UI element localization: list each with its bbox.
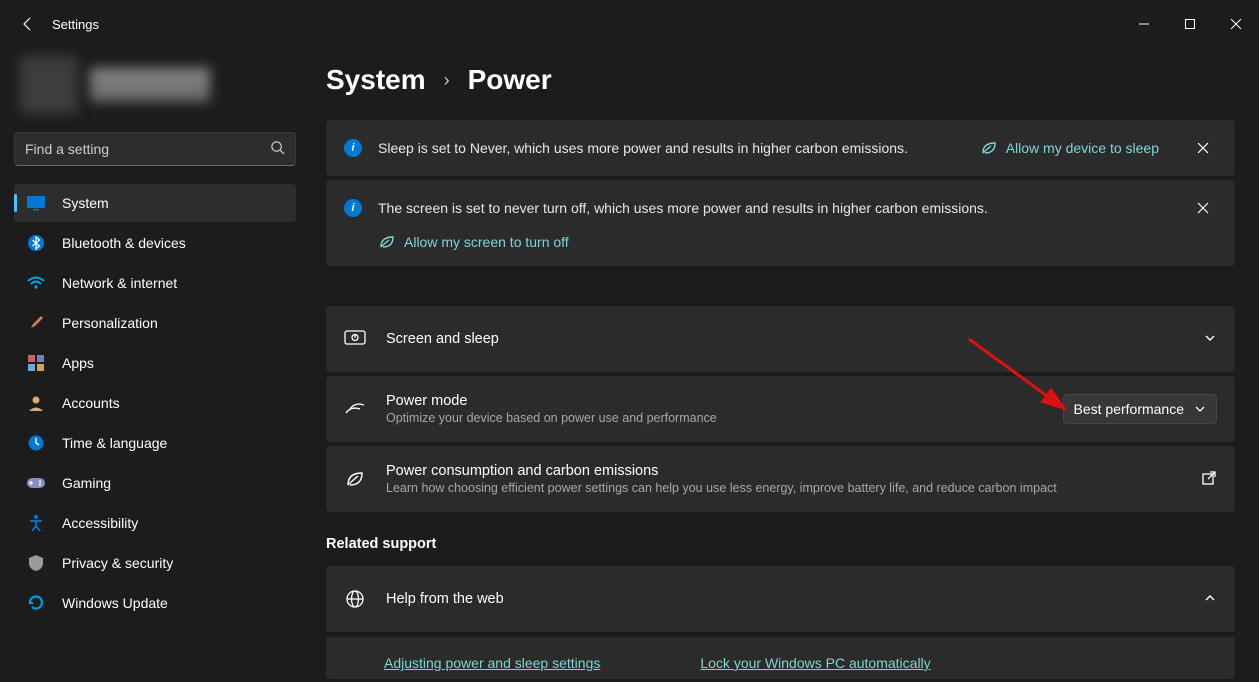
sidebar-item-system[interactable]: System	[14, 184, 296, 222]
avatar	[20, 56, 78, 114]
chevron-down-icon	[1194, 403, 1206, 415]
paintbrush-icon	[26, 313, 46, 333]
nav-list: System Bluetooth & devices Network & int…	[14, 184, 296, 622]
sidebar-item-gaming[interactable]: Gaming	[14, 464, 296, 502]
sidebar-item-update[interactable]: Windows Update	[14, 584, 296, 622]
clock-globe-icon	[26, 433, 46, 453]
maximize-button[interactable]	[1167, 8, 1213, 40]
back-button[interactable]	[16, 12, 40, 36]
profile-block[interactable]	[14, 52, 296, 132]
sidebar-item-label: Time & language	[62, 435, 167, 451]
globe-icon	[344, 588, 366, 610]
sidebar-item-time[interactable]: Time & language	[14, 424, 296, 462]
sidebar-item-label: Personalization	[62, 315, 158, 331]
link-label: Allow my device to sleep	[1006, 140, 1159, 156]
dropdown-value: Best performance	[1074, 401, 1185, 417]
minimize-button[interactable]	[1121, 8, 1167, 40]
info-banner-text: Sleep is set to Never, which uses more p…	[378, 140, 964, 156]
search-input-wrap[interactable]	[14, 132, 296, 166]
leaf-icon	[378, 234, 396, 250]
user-name	[90, 68, 210, 102]
sidebar-item-accounts[interactable]: Accounts	[14, 384, 296, 422]
link-label: Allow my screen to turn off	[404, 234, 569, 250]
sidebar-item-label: Accessibility	[62, 515, 138, 531]
help-link-1[interactable]: Adjusting power and sleep settings	[384, 655, 600, 671]
window-title: Settings	[52, 17, 99, 32]
row-title: Help from the web	[386, 591, 1183, 607]
bluetooth-icon	[26, 233, 46, 253]
breadcrumb: System › Power	[326, 64, 1235, 96]
help-from-web-row[interactable]: Help from the web	[326, 566, 1235, 632]
wifi-icon	[26, 273, 46, 293]
gamepad-icon	[26, 473, 46, 493]
apps-icon	[26, 353, 46, 373]
chevron-right-icon: ›	[444, 70, 450, 91]
display-icon	[26, 193, 46, 213]
window-controls	[1121, 8, 1259, 40]
info-icon: i	[344, 199, 362, 217]
sidebar-item-apps[interactable]: Apps	[14, 344, 296, 382]
shield-icon	[26, 553, 46, 573]
power-mode-icon	[344, 398, 366, 420]
power-mode-row[interactable]: Power mode Optimize your device based on…	[326, 376, 1235, 442]
sidebar-item-label: Gaming	[62, 475, 111, 491]
sidebar-item-label: Accounts	[62, 395, 120, 411]
titlebar: Settings	[0, 0, 1259, 48]
row-title: Power mode	[386, 393, 1043, 409]
sidebar-item-accessibility[interactable]: Accessibility	[14, 504, 296, 542]
chevron-down-icon	[1203, 331, 1217, 348]
row-title: Screen and sleep	[386, 331, 1183, 347]
search-icon	[270, 140, 285, 158]
sidebar: System Bluetooth & devices Network & int…	[0, 48, 310, 682]
power-carbon-row[interactable]: Power consumption and carbon emissions L…	[326, 446, 1235, 512]
sidebar-item-label: System	[62, 195, 109, 211]
sidebar-item-network[interactable]: Network & internet	[14, 264, 296, 302]
sidebar-item-label: Apps	[62, 355, 94, 371]
sidebar-item-bluetooth[interactable]: Bluetooth & devices	[14, 224, 296, 262]
close-banner-button[interactable]	[1189, 134, 1217, 162]
search-input[interactable]	[25, 141, 270, 157]
sidebar-item-label: Privacy & security	[62, 555, 173, 571]
sidebar-item-label: Network & internet	[62, 275, 177, 291]
sidebar-item-label: Windows Update	[62, 595, 168, 611]
row-desc: Learn how choosing efficient power setti…	[386, 481, 1181, 495]
info-banner-sleep: i Sleep is set to Never, which uses more…	[326, 120, 1235, 176]
row-desc: Optimize your device based on power use …	[386, 411, 1043, 425]
close-banner-button[interactable]	[1189, 194, 1217, 222]
info-icon: i	[344, 139, 362, 157]
breadcrumb-root[interactable]: System	[326, 64, 426, 96]
close-button[interactable]	[1213, 8, 1259, 40]
content-area: System › Power i Sleep is set to Never, …	[310, 48, 1259, 682]
leaf-icon	[344, 468, 366, 490]
person-icon	[26, 393, 46, 413]
accessibility-icon	[26, 513, 46, 533]
screen-power-icon	[344, 328, 366, 350]
help-links-row: Adjusting power and sleep settings Lock …	[326, 636, 1235, 679]
related-support-header: Related support	[326, 536, 1235, 552]
update-icon	[26, 593, 46, 613]
power-mode-dropdown[interactable]: Best performance	[1063, 394, 1218, 424]
info-banner-text: The screen is set to never turn off, whi…	[378, 200, 1173, 216]
leaf-icon	[980, 140, 998, 156]
help-link-2[interactable]: Lock your Windows PC automatically	[700, 655, 930, 671]
info-banner-screen: i The screen is set to never turn off, w…	[326, 180, 1235, 266]
allow-screen-off-link[interactable]: Allow my screen to turn off	[344, 234, 1217, 250]
page-title: Power	[468, 64, 552, 96]
row-title: Power consumption and carbon emissions	[386, 463, 1181, 479]
chevron-up-icon	[1203, 591, 1217, 608]
sidebar-item-privacy[interactable]: Privacy & security	[14, 544, 296, 582]
sidebar-item-label: Bluetooth & devices	[62, 235, 186, 251]
screen-and-sleep-row[interactable]: Screen and sleep	[326, 306, 1235, 372]
open-link-icon	[1201, 470, 1217, 489]
allow-sleep-link[interactable]: Allow my device to sleep	[980, 140, 1159, 156]
sidebar-item-personalization[interactable]: Personalization	[14, 304, 296, 342]
